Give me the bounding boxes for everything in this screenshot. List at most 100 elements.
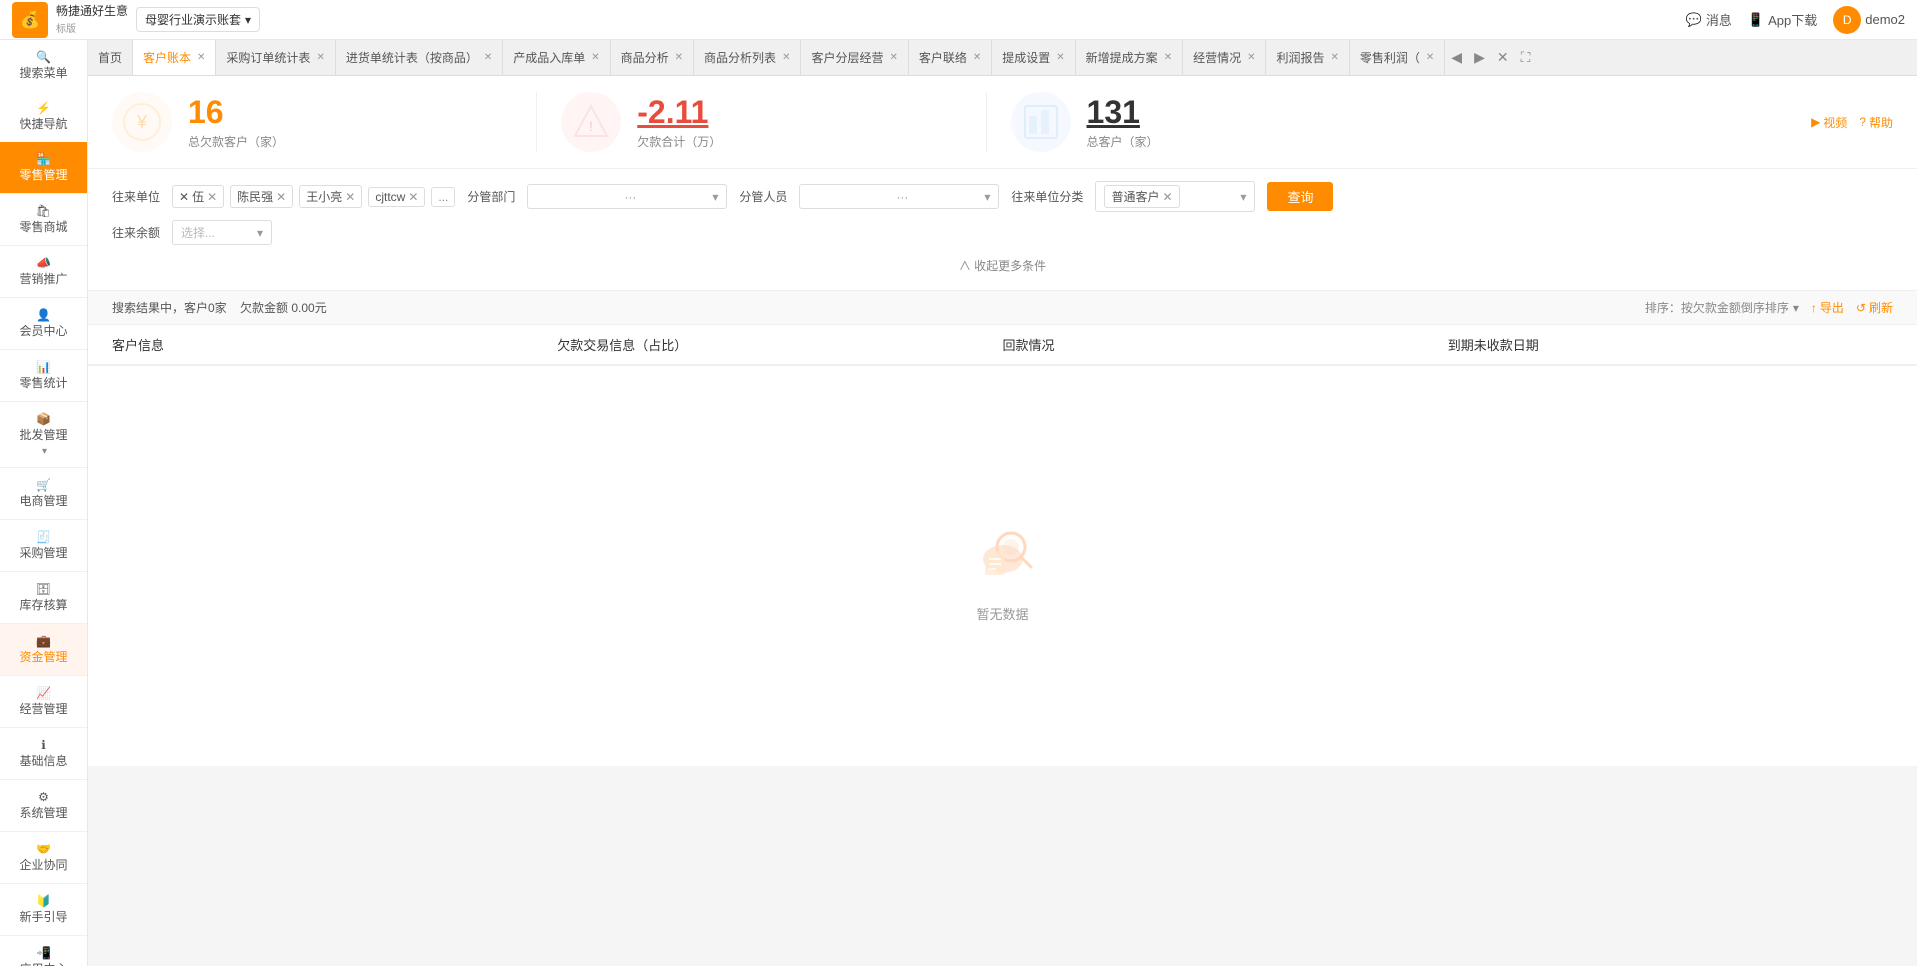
results-actions: 排序：按欠款金额倒序排序 ▾ ↑ 导出 ↺ 刷新	[1645, 299, 1893, 316]
tab-expand-btn[interactable]: ⛶	[1515, 40, 1537, 75]
tab-profit-report[interactable]: 利润报告 ✕	[1266, 40, 1349, 75]
quick-nav-item[interactable]: ⚡ 快捷导航	[0, 91, 87, 142]
sidebar-item-wholesale[interactable]: 📦 批发管理▾	[0, 402, 87, 468]
svg-text:¥: ¥	[136, 112, 148, 132]
sidebar-item-app-center[interactable]: 📲 应用中心	[0, 936, 87, 966]
tab-add-promotion-close[interactable]: ✕	[1164, 52, 1172, 63]
sidebar-item-member[interactable]: 👤 会员中心	[0, 298, 87, 350]
tab-reminder-close[interactable]: ✕	[1056, 52, 1064, 63]
tab-production-close[interactable]: ✕	[591, 52, 599, 63]
username-label: demo2	[1865, 12, 1905, 27]
tab-purchase-order-close[interactable]: ✕	[316, 52, 324, 63]
sidebar-item-ops[interactable]: 📈 经营管理	[0, 676, 87, 728]
message-btn[interactable]: 💬 消息	[1686, 10, 1732, 29]
filter-tag-close-2[interactable]: ✕	[345, 190, 355, 204]
tab-home[interactable]: 首页	[88, 40, 133, 75]
sort-selector[interactable]: 排序：按欠款金额倒序排序 ▾	[1645, 299, 1799, 316]
purchase-icon: 🧾	[4, 530, 83, 544]
account-selector[interactable]: 母婴行业演示账套 ▾	[136, 7, 260, 32]
wholesale-icon: 📦	[4, 412, 83, 426]
tab-accounts[interactable]: 客户账本 ✕	[133, 40, 216, 75]
tab-add-promotion[interactable]: 新增提成方案 ✕	[1076, 40, 1183, 75]
tab-profit-report-close[interactable]: ✕	[1331, 52, 1339, 63]
dept-label: 分管部门	[467, 188, 515, 205]
sidebar-item-marketing[interactable]: 📣 营销推广	[0, 246, 87, 298]
query-button[interactable]: 查询	[1267, 182, 1333, 211]
tab-next-btn[interactable]: ▶	[1468, 40, 1491, 75]
tab-reminder[interactable]: 提成设置 ✕	[992, 40, 1075, 75]
tab-purchase-order[interactable]: 采购订单统计表 ✕	[216, 40, 335, 75]
filter-tag-close-3[interactable]: ✕	[408, 190, 418, 204]
tab-production-label: 产成品入库单	[513, 49, 585, 66]
filter-tag-3[interactable]: cjttcw ✕	[368, 187, 425, 207]
classify-select[interactable]: 普通客户 ✕ ▾	[1095, 181, 1255, 212]
balance-select[interactable]: 选择... ▾	[172, 220, 272, 245]
tab-production[interactable]: 产成品入库单 ✕	[503, 40, 610, 75]
tab-customer-contact-close[interactable]: ✕	[973, 52, 981, 63]
dept-select[interactable]: ··· ▾	[527, 184, 727, 209]
basic-info-icon: ℹ	[4, 738, 83, 752]
sidebar-item-ecommerce[interactable]: 🛒 电商管理	[0, 468, 87, 520]
tab-close-all-btn[interactable]: ✕	[1491, 40, 1515, 75]
sidebar-item-system[interactable]: ⚙ 系统管理	[0, 780, 87, 832]
top-header: 💰 畅捷通好生意 标版 母婴行业演示账套 ▾ 💬 消息 📱 App下载 D de…	[0, 0, 1917, 40]
sidebar-item-label: 资金管理	[4, 648, 83, 665]
filter-more-tags[interactable]: ...	[431, 187, 455, 207]
app-download-btn[interactable]: 📱 App下载	[1748, 10, 1817, 29]
filter-tag-2[interactable]: 王小亮 ✕	[299, 185, 362, 208]
filter-tag-1[interactable]: 陈民强 ✕	[230, 185, 293, 208]
tab-add-promotion-label: 新增提成方案	[1086, 49, 1158, 66]
help-icon: ?	[1859, 115, 1866, 129]
export-btn[interactable]: ↑ 导出	[1811, 299, 1844, 316]
tab-retail-profit[interactable]: 零售利润（ ✕	[1350, 40, 1445, 75]
help-label: 帮助	[1869, 114, 1893, 131]
tab-accounts-close[interactable]: ✕	[197, 52, 205, 63]
classify-tag[interactable]: 普通客户 ✕	[1104, 185, 1179, 208]
tab-retail-profit-close[interactable]: ✕	[1426, 52, 1434, 63]
sidebar-item-label: 零售管理	[4, 166, 83, 183]
filter-tag-close-1[interactable]: ✕	[276, 190, 286, 204]
search-menu-item[interactable]: 🔍 搜索菜单	[0, 40, 87, 91]
tab-business-close[interactable]: ✕	[1247, 52, 1255, 63]
tab-goods-analysis-list[interactable]: 商品分析列表 ✕	[694, 40, 801, 75]
stat-total-customers: 131 总客户（家）	[1011, 92, 1411, 152]
sidebar-item-enterprise-coop[interactable]: 🤝 企业协同	[0, 832, 87, 884]
tab-customer-contact[interactable]: 客户联络 ✕	[909, 40, 992, 75]
sidebar-item-new-guide[interactable]: 🔰 新手引导	[0, 884, 87, 936]
sidebar-item-retail-mgmt[interactable]: 🏪 零售管理	[0, 142, 87, 194]
page-content: ¥ 16 总欠款客户（家） !	[88, 76, 1917, 966]
sidebar-item-capital[interactable]: 💼 资金管理	[0, 624, 87, 676]
tab-customer-tier-close[interactable]: ✕	[889, 52, 897, 63]
sidebar-item-retail-mall[interactable]: 🛍 零售商城	[0, 194, 87, 246]
tab-goods-analysis-close[interactable]: ✕	[675, 52, 683, 63]
help-btn[interactable]: ? 帮助	[1859, 114, 1893, 131]
person-select[interactable]: ··· ▾	[799, 184, 999, 209]
tab-purchase-stats-close[interactable]: ✕	[484, 52, 492, 63]
enterprise-coop-icon: 🤝	[4, 842, 83, 856]
filter-tag-close-0[interactable]: ✕	[207, 190, 217, 204]
sidebar-item-purchase[interactable]: 🧾 采购管理	[0, 520, 87, 572]
sidebar-item-label: 库存核算	[4, 596, 83, 613]
person-select-value	[808, 188, 820, 205]
tab-purchase-stats[interactable]: 进货单统计表（按商品） ✕	[336, 40, 503, 75]
refresh-btn[interactable]: ↺ 刷新	[1856, 299, 1893, 316]
tab-goods-analysis[interactable]: 商品分析 ✕	[611, 40, 694, 75]
video-btn[interactable]: ▶ 视频	[1811, 114, 1847, 131]
tab-customer-tier[interactable]: 客户分层经营 ✕	[801, 40, 908, 75]
tab-goods-analysis-list-close[interactable]: ✕	[782, 52, 790, 63]
collapse-btn[interactable]: ∧ 收起更多条件	[112, 253, 1893, 278]
sidebar-item-inventory[interactable]: 🗄 库存核算	[0, 572, 87, 624]
classify-tag-close[interactable]: ✕	[1162, 190, 1172, 204]
sidebar-item-retail-stats[interactable]: 📊 零售统计	[0, 350, 87, 402]
table-col-3: 到期未收款日期	[1448, 335, 1893, 354]
filter-tag-0[interactable]: ✕ 伍 ✕	[172, 185, 224, 208]
tab-business[interactable]: 经营情况 ✕	[1183, 40, 1266, 75]
total-customers-icon	[1011, 92, 1071, 152]
balance-placeholder: 选择...	[181, 224, 215, 241]
sidebar-item-basic-info[interactable]: ℹ 基础信息	[0, 728, 87, 780]
phone-icon: 📱	[1748, 12, 1764, 28]
user-menu[interactable]: D demo2	[1833, 6, 1905, 34]
logo-text: 畅捷通好生意	[56, 4, 128, 20]
tab-prev-btn[interactable]: ◀	[1445, 40, 1468, 75]
inventory-icon: 🗄	[4, 582, 83, 596]
